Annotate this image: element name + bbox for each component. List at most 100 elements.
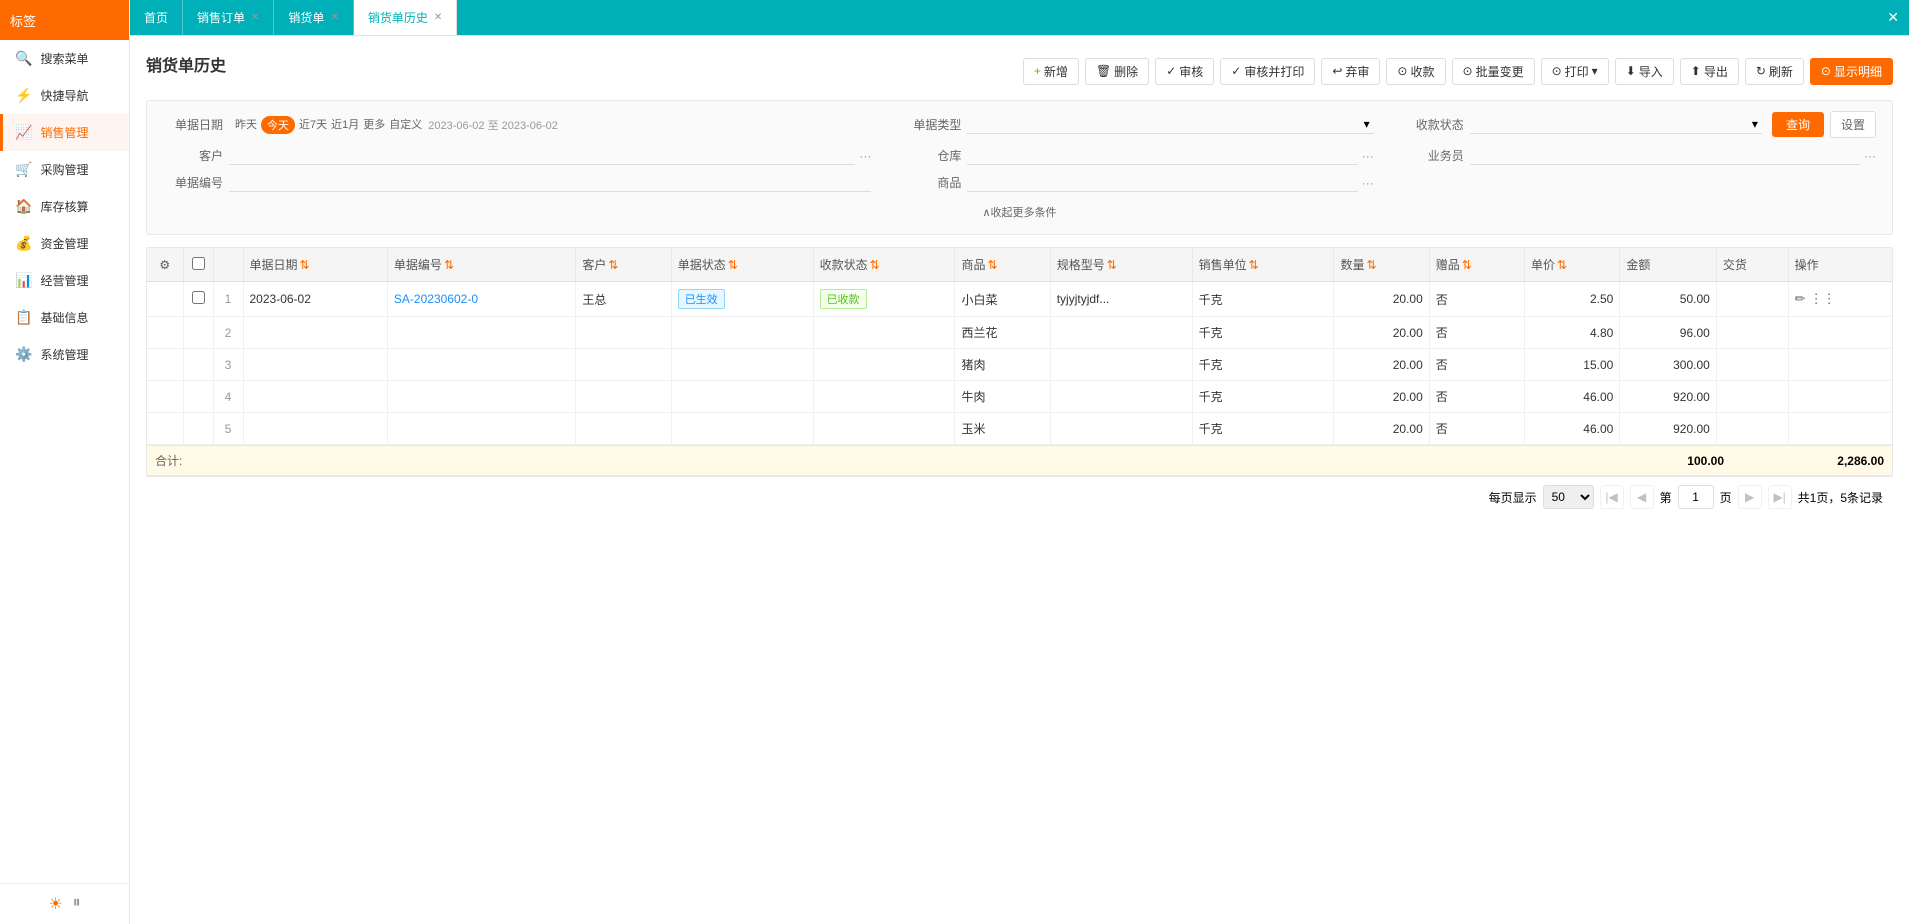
tab-sales-order-close[interactable]: ✕	[251, 12, 259, 23]
select-all-checkbox[interactable]	[192, 257, 205, 270]
th-gift[interactable]: 赠品 ⇅	[1429, 248, 1524, 282]
cell-doc-num-3[interactable]	[387, 381, 575, 413]
collect-status-badge-0: 已收款	[820, 289, 867, 309]
tab-sales-order-label: 销售订单	[197, 9, 245, 26]
th-settings[interactable]: ⚙	[147, 248, 183, 282]
cell-amount-4: 920.00	[1620, 413, 1717, 445]
row-checkbox-0[interactable]	[192, 291, 205, 304]
date-7days[interactable]: 近7天	[299, 116, 327, 134]
prev-page-btn[interactable]: ◀	[1630, 485, 1654, 509]
cell-doc-status-0: 已生效	[671, 282, 813, 317]
add-button[interactable]: + 新增	[1023, 58, 1079, 85]
th-unit[interactable]: 销售单位 ⇅	[1192, 248, 1334, 282]
abandon-button[interactable]: ↩ 弃审	[1321, 58, 1380, 85]
tab-sales-delivery[interactable]: 销货单 ✕	[274, 0, 353, 35]
date-1month[interactable]: 近1月	[331, 116, 359, 134]
sidebar-item-operations[interactable]: 📊 经营管理	[0, 262, 129, 299]
th-checkbox[interactable]	[183, 248, 213, 282]
doc-type-select[interactable]: ▾	[967, 115, 1373, 134]
tab-home[interactable]: 首页	[130, 0, 183, 35]
sidebar-item-system[interactable]: ⚙️ 系统管理	[0, 336, 129, 373]
date-custom[interactable]: 自定义	[389, 116, 422, 134]
th-goods[interactable]: 商品 ⇅	[955, 248, 1050, 282]
sidebar-item-basic-info[interactable]: 📋 基础信息	[0, 299, 129, 336]
show-detail-button[interactable]: ⊙ 显示明细	[1810, 58, 1893, 85]
cell-settings-3	[147, 381, 183, 413]
cell-doc-num-0[interactable]: SA-20230602-0	[387, 282, 575, 317]
sidebar-bottom-icon2[interactable]: ⏸	[73, 894, 81, 914]
customer-input[interactable]	[229, 146, 855, 165]
sidebar-item-inventory[interactable]: 🏠 库存核算	[0, 188, 129, 225]
collapse-filter-btn[interactable]: ∧ 收起更多条件	[163, 200, 1876, 224]
page-number-input[interactable]	[1678, 485, 1714, 509]
cell-checkbox-0[interactable]	[183, 282, 213, 317]
sidebar-item-quick-nav[interactable]: ⚡ 快捷导航	[0, 77, 129, 114]
next-page-btn[interactable]: ▶	[1738, 485, 1762, 509]
quick-nav-icon: ⚡	[15, 87, 32, 104]
th-qty[interactable]: 数量 ⇅	[1334, 248, 1429, 282]
sidebar-item-sales[interactable]: 📈 销售管理	[0, 114, 129, 151]
tab-sales-history[interactable]: 销货单历史 ✕	[354, 0, 457, 35]
print-dropdown-icon: ▾	[1592, 64, 1598, 78]
th-date[interactable]: 单据日期 ⇅	[243, 248, 387, 282]
doc-status-badge-0: 已生效	[678, 289, 725, 309]
cell-actions-3	[1788, 381, 1892, 413]
collect-button[interactable]: ⊙ 收款	[1386, 58, 1445, 85]
refresh-button[interactable]: ↻ 刷新	[1745, 58, 1804, 85]
per-page-select[interactable]: 50 100 200	[1543, 485, 1594, 509]
sidebar-item-purchase[interactable]: 🛒 采购管理	[0, 151, 129, 188]
tab-sales-history-close[interactable]: ✕	[434, 12, 442, 23]
sidebar-item-search[interactable]: 🔍 搜索菜单	[0, 40, 129, 77]
customer-more[interactable]: ···	[859, 149, 871, 163]
cell-doc-num-1[interactable]	[387, 317, 575, 349]
warehouse-more[interactable]: ···	[1362, 149, 1374, 163]
settings-button[interactable]: 设置	[1830, 111, 1876, 138]
more-icon-0[interactable]: ⋮⋮	[1810, 291, 1836, 307]
sales-rep-more[interactable]: ···	[1864, 149, 1876, 163]
cell-checkbox-2[interactable]	[183, 349, 213, 381]
close-all-tabs[interactable]: ✕	[1887, 9, 1899, 26]
doc-num-sort-icon: ⇅	[444, 258, 454, 272]
cell-checkbox-3[interactable]	[183, 381, 213, 413]
th-doc-status[interactable]: 单据状态 ⇅	[671, 248, 813, 282]
sales-rep-input[interactable]	[1470, 146, 1860, 165]
warehouse-input[interactable]	[967, 146, 1357, 165]
cell-settings-0	[147, 282, 183, 317]
th-spec[interactable]: 规格型号 ⇅	[1050, 248, 1192, 282]
goods-more[interactable]: ···	[1362, 176, 1374, 190]
cell-checkbox-4[interactable]	[183, 413, 213, 445]
export-button[interactable]: ⬆ 导出	[1680, 58, 1739, 85]
collect-status-select[interactable]: ▾	[1470, 115, 1762, 134]
page-unit: 页	[1720, 489, 1732, 506]
tab-sales-delivery-close[interactable]: ✕	[330, 12, 338, 23]
audit-button[interactable]: ✓ 审核	[1155, 58, 1214, 85]
date-more[interactable]: 更多	[363, 116, 385, 134]
th-customer[interactable]: 客户 ⇅	[576, 248, 671, 282]
import-button[interactable]: ⬇ 导入	[1615, 58, 1674, 85]
cell-gift-1: 否	[1429, 317, 1524, 349]
doc-num-input[interactable]	[229, 173, 871, 192]
cell-doc-num-4[interactable]	[387, 413, 575, 445]
tab-sales-order[interactable]: 销售订单 ✕	[183, 0, 274, 35]
sidebar-item-finance[interactable]: 💰 资金管理	[0, 225, 129, 262]
date-yesterday[interactable]: 昨天	[235, 116, 257, 134]
query-button[interactable]: 查询	[1772, 112, 1824, 137]
delete-button[interactable]: 🗑 删除	[1085, 58, 1149, 85]
audit-print-button[interactable]: ✓ 审核并打印	[1220, 58, 1315, 85]
print-button[interactable]: ⊙ 打印 ▾	[1541, 58, 1609, 85]
cell-checkbox-1[interactable]	[183, 317, 213, 349]
first-page-btn[interactable]: |◀	[1600, 485, 1624, 509]
batch-change-button[interactable]: ⊙ 批量变更	[1452, 58, 1535, 85]
filter-row-2: 客户 ··· 仓库 ··· 业务员 ···	[163, 146, 1876, 165]
goods-input[interactable]	[967, 173, 1357, 192]
settings-icon[interactable]: ⚙	[159, 258, 170, 272]
th-price[interactable]: 单价 ⇅	[1525, 248, 1620, 282]
date-today[interactable]: 今天	[261, 116, 295, 134]
edit-icon-0[interactable]: ✏	[1795, 291, 1806, 307]
th-collect-status[interactable]: 收款状态 ⇅	[813, 248, 955, 282]
th-doc-num[interactable]: 单据编号 ⇅	[387, 248, 575, 282]
cell-doc-num-2[interactable]	[387, 349, 575, 381]
last-page-btn[interactable]: ▶|	[1768, 485, 1792, 509]
doc-status-sort-icon: ⇅	[728, 258, 738, 272]
sidebar-bottom-icon1[interactable]: ☀	[48, 894, 62, 914]
